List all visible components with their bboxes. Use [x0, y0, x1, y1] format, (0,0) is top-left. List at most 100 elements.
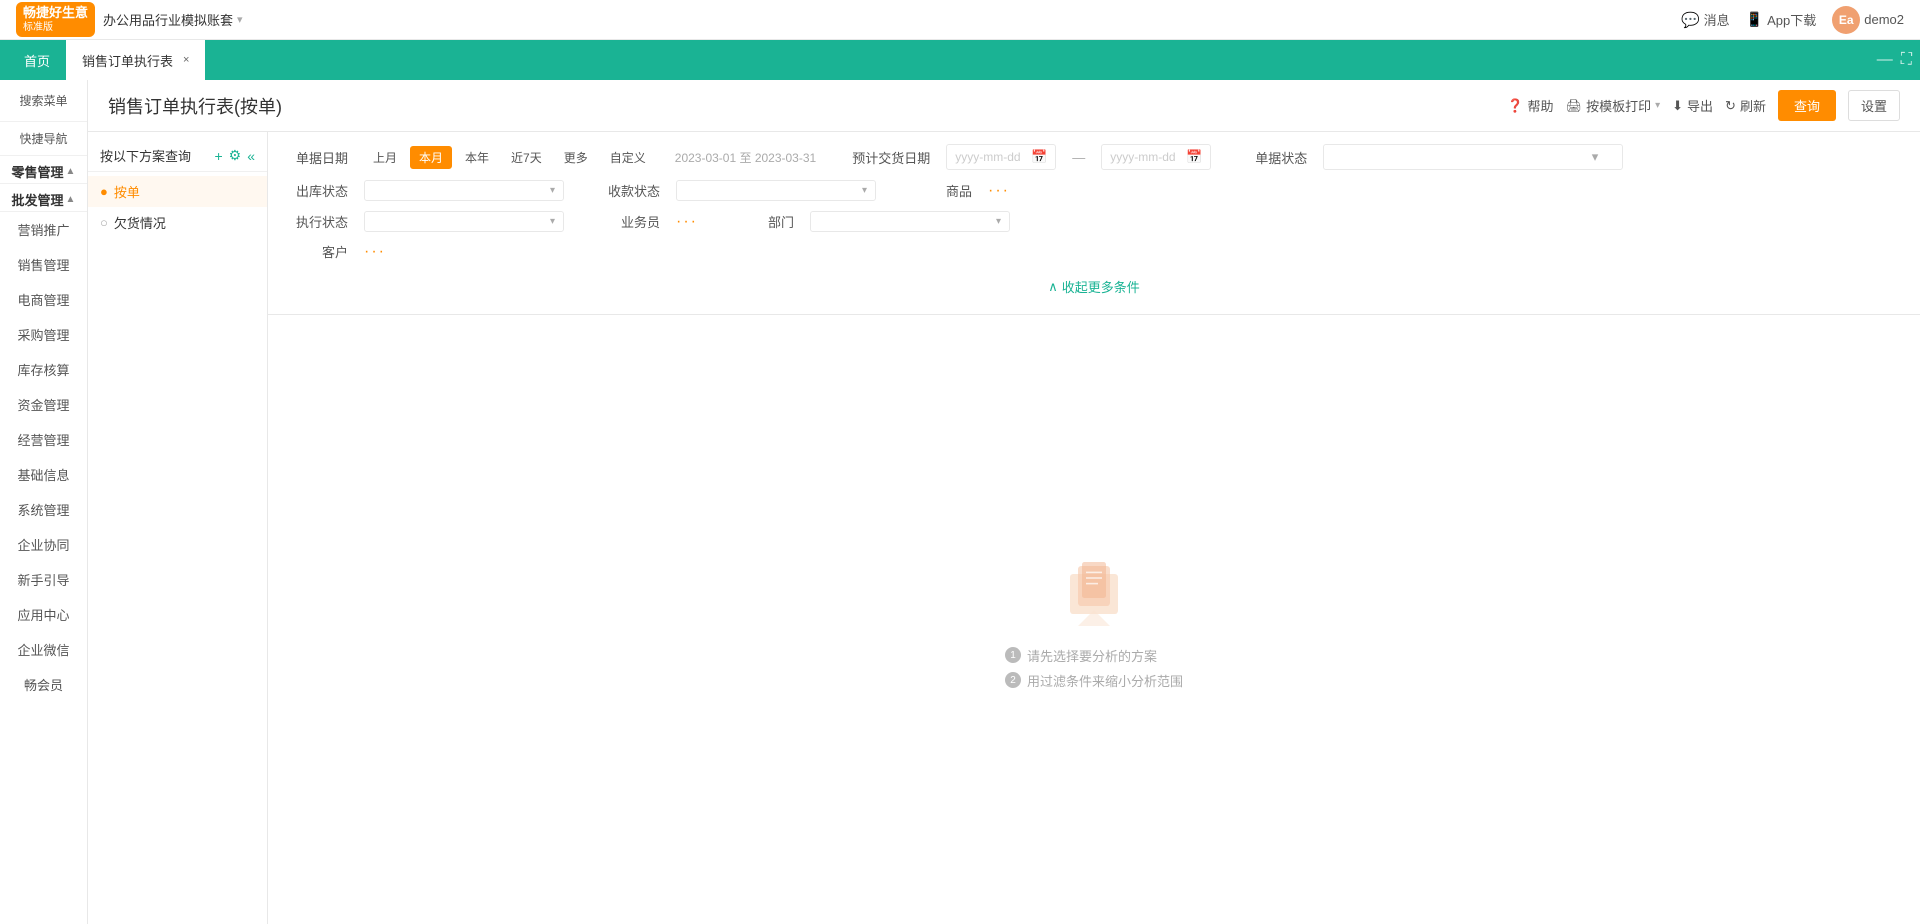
department-label: 部门	[734, 212, 794, 231]
tip-1-text: 请先选择要分析的方案	[1027, 646, 1157, 665]
collapse-panel-btn[interactable]: «	[247, 148, 255, 164]
app-download-btn[interactable]: 📱 App下载	[1746, 10, 1817, 29]
message-label: 消息	[1704, 10, 1730, 29]
print-template-btn[interactable]: 🖨 按模板打印 ▾	[1566, 96, 1661, 115]
payment-arrow-icon: ▾	[862, 185, 867, 196]
logo: 畅捷好生意 标准版	[16, 2, 95, 38]
sidebar-search-btn[interactable]: 搜索菜单	[8, 88, 79, 113]
customer-select-btn[interactable]: ···	[364, 243, 386, 261]
export-label: 导出	[1687, 96, 1713, 115]
topbar-left: 畅捷好生意 标准版 办公用品行业模拟账套 ▾	[16, 2, 243, 38]
filter-row-3: 执行状态 ▾ 业务员 ··· 部门 ▾	[288, 211, 1900, 232]
empty-illustration	[1054, 550, 1134, 630]
payment-status-label: 收款状态	[600, 181, 660, 200]
refresh-icon: ↻	[1725, 98, 1736, 114]
appcenter-label: 应用中心	[17, 605, 69, 624]
doc-status-select[interactable]: ▾	[1323, 144, 1623, 170]
expected-date-end[interactable]: yyyy-mm-dd 📅	[1101, 144, 1211, 170]
sidebar-group-wholesale: 批发管理 ▲	[0, 184, 87, 212]
page-header-actions: ❓ 帮助 🖨 按模板打印 ▾ ⬇ 导出 ↻ 刷新 查询 设置	[1507, 90, 1900, 121]
minimize-btn[interactable]: —	[1877, 51, 1893, 69]
page-content: 销售订单执行表(按单) ❓ 帮助 🖨 按模板打印 ▾ ⬇ 导出 ↻ 刷新	[88, 80, 1920, 924]
message-btn[interactable]: 💬 消息	[1681, 10, 1730, 29]
refresh-btn[interactable]: ↻ 刷新	[1725, 96, 1766, 115]
scheme-icon-by-order: ●	[100, 184, 108, 199]
add-scheme-btn[interactable]: +	[214, 148, 222, 164]
sidebar-item-wholesale[interactable]: 批发管理 ▲	[0, 184, 87, 211]
wechat-label: 企业微信	[17, 640, 69, 659]
date-range-text: 2023-03-01 至 2023-03-31	[675, 149, 816, 166]
empty-state: 1 请先选择要分析的方案 2 用过滤条件来缩小分析范围	[268, 315, 1920, 924]
tab-home[interactable]: 首页	[8, 40, 66, 80]
sidebar-quick-nav-btn[interactable]: 快捷导航	[0, 126, 87, 151]
department-select[interactable]: ▾	[810, 211, 1010, 232]
date-tab-custom[interactable]: 自定义	[601, 146, 655, 169]
sidebar-item-finance[interactable]: 资金管理	[0, 387, 87, 422]
sidebar-item-newbie[interactable]: 新手引导	[0, 562, 87, 597]
basic-label: 基础信息	[17, 465, 69, 484]
scheme-settings-btn[interactable]: ⚙	[229, 147, 242, 164]
sidebar-item-operation[interactable]: 经营管理	[0, 422, 87, 457]
sidebar-item-basic[interactable]: 基础信息	[0, 457, 87, 492]
dropdown-icon: ▾	[237, 13, 243, 26]
logo-line1: 畅捷好生意	[23, 5, 88, 22]
newbie-label: 新手引导	[17, 570, 69, 589]
tab-sales-order-label: 销售订单执行表	[82, 51, 173, 70]
tip-num-1: 1	[1005, 647, 1021, 663]
salesperson-select-btn[interactable]: ···	[676, 213, 698, 231]
print-icon: 🖨	[1566, 98, 1583, 114]
tab-close-icon[interactable]: ×	[183, 54, 189, 66]
print-label: 按模板打印	[1586, 96, 1651, 115]
user-menu[interactable]: Ea demo2	[1832, 6, 1904, 34]
sidebar-item-ecommerce[interactable]: 电商管理	[0, 282, 87, 317]
sidebar-item-retail[interactable]: 零售管理 ▲	[0, 156, 87, 183]
main-row: 按以下方案查询 + ⚙ « ● 按单 ○ 欠货情况	[88, 132, 1920, 924]
date-tab-this-month[interactable]: 本月	[410, 146, 452, 169]
payment-status-select[interactable]: ▾	[676, 180, 876, 201]
left-panel-header: 按以下方案查询 + ⚙ «	[88, 140, 267, 172]
tip-2-text: 用过滤条件来缩小分析范围	[1027, 671, 1183, 690]
date-tab-more[interactable]: 更多	[555, 146, 597, 169]
sidebar-item-enterprise[interactable]: 企业协同	[0, 527, 87, 562]
empty-tips: 1 请先选择要分析的方案 2 用过滤条件来缩小分析范围	[1005, 646, 1183, 690]
delivery-arrow-icon: ▾	[550, 185, 555, 196]
product-select-btn[interactable]: ···	[988, 182, 1010, 200]
salesperson-label: 业务员	[600, 212, 660, 231]
filter-row-4: 客户 ···	[288, 242, 1900, 261]
settings-btn[interactable]: 设置	[1848, 90, 1900, 121]
expected-date-start[interactable]: yyyy-mm-dd 📅	[946, 144, 1056, 170]
query-btn[interactable]: 查询	[1778, 90, 1836, 121]
sidebar-item-marketing[interactable]: 营销推广	[0, 212, 87, 247]
sidebar-item-member[interactable]: 畅会员	[0, 667, 87, 702]
filter-area: 单据日期 上月 本月 本年 近7天 更多 自定义 2023-03-01 至 20…	[268, 132, 1920, 315]
scheme-label-by-order: 按单	[114, 182, 140, 201]
refresh-label: 刷新	[1740, 96, 1766, 115]
tab-sales-order[interactable]: 销售订单执行表 ×	[66, 40, 205, 80]
topbar: 畅捷好生意 标准版 办公用品行业模拟账套 ▾ 💬 消息 📱 App下载 Ea d…	[0, 0, 1920, 40]
sidebar-item-inventory[interactable]: 库存核算	[0, 352, 87, 387]
scheme-item-backorder[interactable]: ○ 欠货情况	[88, 207, 267, 238]
exec-status-select[interactable]: ▾	[364, 211, 564, 232]
export-btn[interactable]: ⬇ 导出	[1672, 96, 1713, 115]
tabbar: 首页 销售订单执行表 × — ⛶	[0, 40, 1920, 80]
help-btn[interactable]: ❓ 帮助	[1507, 96, 1553, 115]
page-header: 销售订单执行表(按单) ❓ 帮助 🖨 按模板打印 ▾ ⬇ 导出 ↻ 刷新	[88, 80, 1920, 132]
scheme-item-by-order[interactable]: ● 按单	[88, 176, 267, 207]
date-tab-7days[interactable]: 近7天	[502, 146, 551, 169]
sidebar-item-system[interactable]: 系统管理	[0, 492, 87, 527]
date-tab-last-month[interactable]: 上月	[364, 146, 406, 169]
sidebar-item-purchase[interactable]: 采购管理	[0, 317, 87, 352]
sidebar-item-sales[interactable]: 销售管理	[0, 247, 87, 282]
exec-arrow-icon: ▾	[550, 216, 555, 227]
left-panel: 按以下方案查询 + ⚙ « ● 按单 ○ 欠货情况	[88, 132, 268, 924]
message-icon: 💬	[1681, 11, 1700, 29]
sidebar-item-wechat[interactable]: 企业微信	[0, 632, 87, 667]
delivery-status-select[interactable]: ▾	[364, 180, 564, 201]
expected-date-end-placeholder: yyyy-mm-dd	[1110, 150, 1175, 164]
collapse-btn[interactable]: ∧ 收起更多条件	[288, 271, 1900, 302]
breadcrumb-dropdown[interactable]: 办公用品行业模拟账套 ▾	[103, 10, 243, 29]
date-tab-this-year[interactable]: 本年	[456, 146, 498, 169]
member-label: 畅会员	[24, 675, 63, 694]
maximize-btn[interactable]: ⛶	[1901, 51, 1912, 69]
sidebar-item-appcenter[interactable]: 应用中心	[0, 597, 87, 632]
